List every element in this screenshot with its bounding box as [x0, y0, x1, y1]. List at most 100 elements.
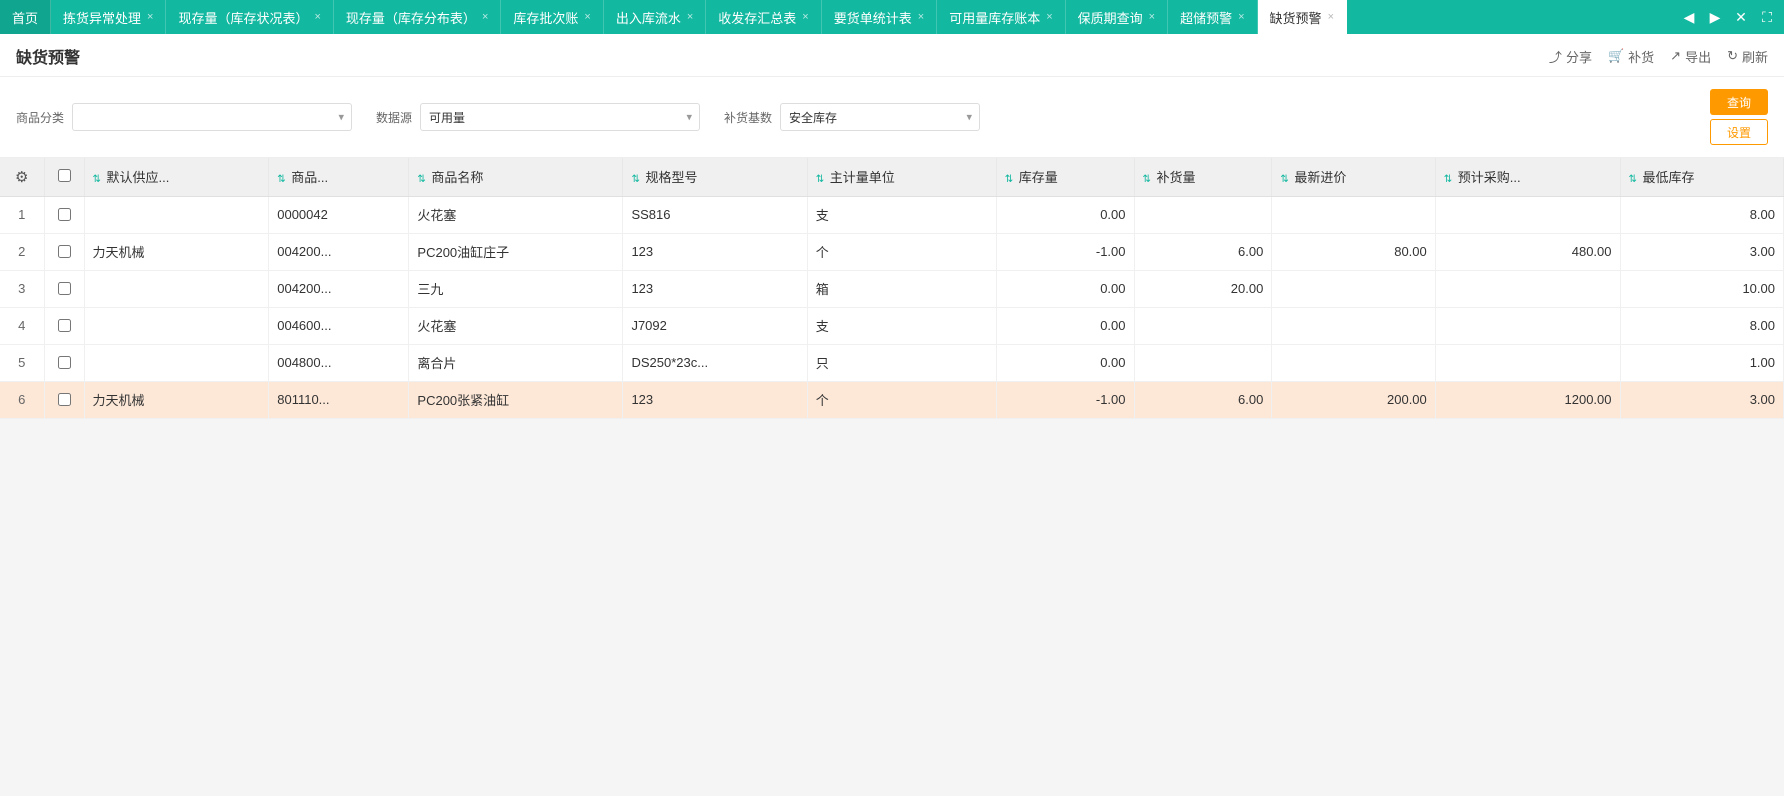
page-content: 缺货预警 ⤴ 分享 🛒 补货 ↗ 导出 ↻ 刷新 商品分类 [0, 34, 1784, 419]
tab-batch-account[interactable]: 库存批次账 × [501, 0, 603, 34]
row-name: 离合片 [409, 344, 623, 381]
row-stock: -1.00 [996, 381, 1134, 418]
row-spec: 123 [623, 270, 807, 307]
row-unit: 箱 [807, 270, 996, 307]
close-icon[interactable]: × [802, 11, 808, 23]
commodity-select[interactable] [72, 103, 352, 131]
row-stock: 0.00 [996, 307, 1134, 344]
row-checkbox[interactable] [58, 245, 71, 258]
close-icon[interactable]: × [1149, 11, 1155, 23]
close-icon[interactable]: × [1238, 11, 1244, 23]
nav-next-button[interactable]: ▶ [1702, 4, 1728, 30]
commodity-select-wrapper: ▾ [72, 103, 352, 131]
tab-home[interactable]: 首页 [0, 0, 51, 34]
row-checkbox-cell [44, 307, 84, 344]
row-index: 4 [0, 307, 44, 344]
nav-controls: ◀ ▶ ✕ ⛶ [1676, 4, 1784, 30]
sort-icon: ⇅ [1005, 174, 1013, 185]
refresh-button[interactable]: ↻ 刷新 [1727, 47, 1768, 66]
datasource-select-wrapper: 可用量 ▾ [420, 103, 700, 131]
close-icon[interactable]: × [1328, 11, 1334, 23]
row-stock: 0.00 [996, 270, 1134, 307]
sort-icon: ⇅ [816, 174, 824, 185]
col-spec: ⇅ 规格型号 [623, 158, 807, 196]
row-supplier [84, 344, 269, 381]
row-checkbox[interactable] [58, 208, 71, 221]
row-unit: 个 [807, 233, 996, 270]
page-title: 缺货预警 [16, 44, 80, 68]
row-checkbox-cell [44, 381, 84, 418]
close-icon[interactable]: × [314, 11, 320, 23]
close-icon[interactable]: × [584, 11, 590, 23]
close-icon[interactable]: × [918, 11, 924, 23]
row-stock: -1.00 [996, 233, 1134, 270]
datasource-select[interactable]: 可用量 [420, 103, 700, 131]
row-replenish: 6.00 [1134, 233, 1272, 270]
replenish-button[interactable]: 🛒 补货 [1608, 47, 1654, 66]
close-icon[interactable]: × [482, 11, 488, 23]
row-spec: 123 [623, 381, 807, 418]
row-supplier [84, 270, 269, 307]
nav-fullscreen-button[interactable]: ⛶ [1754, 4, 1780, 30]
col-supplier: ⇅ 默认供应... [84, 158, 269, 196]
table-row: 5 004800... 离合片 DS250*23c... 只 0.00 1.00 [0, 344, 1784, 381]
tab-receive-send-summary[interactable]: 收发存汇总表 × [706, 0, 821, 34]
row-index: 1 [0, 196, 44, 233]
row-spec: SS816 [623, 196, 807, 233]
row-checkbox[interactable] [58, 393, 71, 406]
row-min-stock: 10.00 [1620, 270, 1784, 307]
row-checkbox-cell [44, 270, 84, 307]
nav-prev-button[interactable]: ◀ [1676, 4, 1702, 30]
tab-order-stats[interactable]: 要货单统计表 × [822, 0, 937, 34]
gear-icon[interactable]: ⚙ [15, 169, 28, 186]
row-index: 5 [0, 344, 44, 381]
col-latest-price: ⇅ 最新进价 [1272, 158, 1435, 196]
row-checkbox[interactable] [58, 319, 71, 332]
replenish-base-select[interactable]: 安全库存 [780, 103, 980, 131]
datasource-label: 数据源 [376, 109, 412, 126]
close-icon[interactable]: × [1046, 11, 1052, 23]
query-button[interactable]: 查询 [1710, 89, 1768, 115]
col-name: ⇅ 商品名称 [409, 158, 623, 196]
export-icon: ↗ [1670, 48, 1681, 64]
row-unit: 支 [807, 196, 996, 233]
table-container: ⚙ ⇅ 默认供应... ⇅ 商品... ⇅ 商品名称 [0, 158, 1784, 419]
row-latest-price [1272, 344, 1435, 381]
sort-icon: ⇅ [1629, 174, 1637, 185]
tab-stockout-warning[interactable]: 缺货预警 × [1258, 0, 1347, 34]
close-icon[interactable]: × [147, 11, 153, 23]
row-supplier: 力天机械 [84, 381, 269, 418]
row-checkbox[interactable] [58, 356, 71, 369]
row-checkbox[interactable] [58, 282, 71, 295]
tab-available-inventory[interactable]: 可用量库存账本 × [937, 0, 1065, 34]
row-name: PC200油缸庄子 [409, 233, 623, 270]
row-name: PC200张紧油缸 [409, 381, 623, 418]
row-replenish [1134, 307, 1272, 344]
select-all-checkbox[interactable] [58, 169, 71, 182]
row-estimate-purchase [1435, 196, 1620, 233]
tab-picking-exception[interactable]: 拣货异常处理 × [51, 0, 166, 34]
tab-overstock-warning[interactable]: 超储预警 × [1168, 0, 1257, 34]
settings-button[interactable]: 设置 [1710, 119, 1768, 145]
row-unit: 只 [807, 344, 996, 381]
share-button[interactable]: ⤴ 分享 [1549, 47, 1592, 66]
row-min-stock: 3.00 [1620, 381, 1784, 418]
close-icon[interactable]: × [687, 11, 693, 23]
tab-expiry-query[interactable]: 保质期查询 × [1066, 0, 1168, 34]
refresh-icon: ↻ [1727, 48, 1738, 64]
sort-icon: ⇅ [93, 174, 101, 185]
sort-icon: ⇅ [1143, 174, 1151, 185]
col-stock: ⇅ 库存量 [996, 158, 1134, 196]
tab-inventory-dist[interactable]: 现存量（库存分布表） × [334, 0, 501, 34]
nav-close-button[interactable]: ✕ [1728, 4, 1754, 30]
export-button[interactable]: ↗ 导出 [1670, 47, 1711, 66]
row-name: 火花塞 [409, 196, 623, 233]
row-name: 三九 [409, 270, 623, 307]
filter-actions: 查询 设置 [1710, 89, 1768, 145]
row-estimate-purchase: 480.00 [1435, 233, 1620, 270]
tab-inventory-status[interactable]: 现存量（库存状况表） × [166, 0, 333, 34]
sort-icon: ⇅ [417, 174, 425, 185]
row-latest-price [1272, 270, 1435, 307]
sort-icon: ⇅ [1444, 174, 1452, 185]
tab-flow[interactable]: 出入库流水 × [604, 0, 706, 34]
